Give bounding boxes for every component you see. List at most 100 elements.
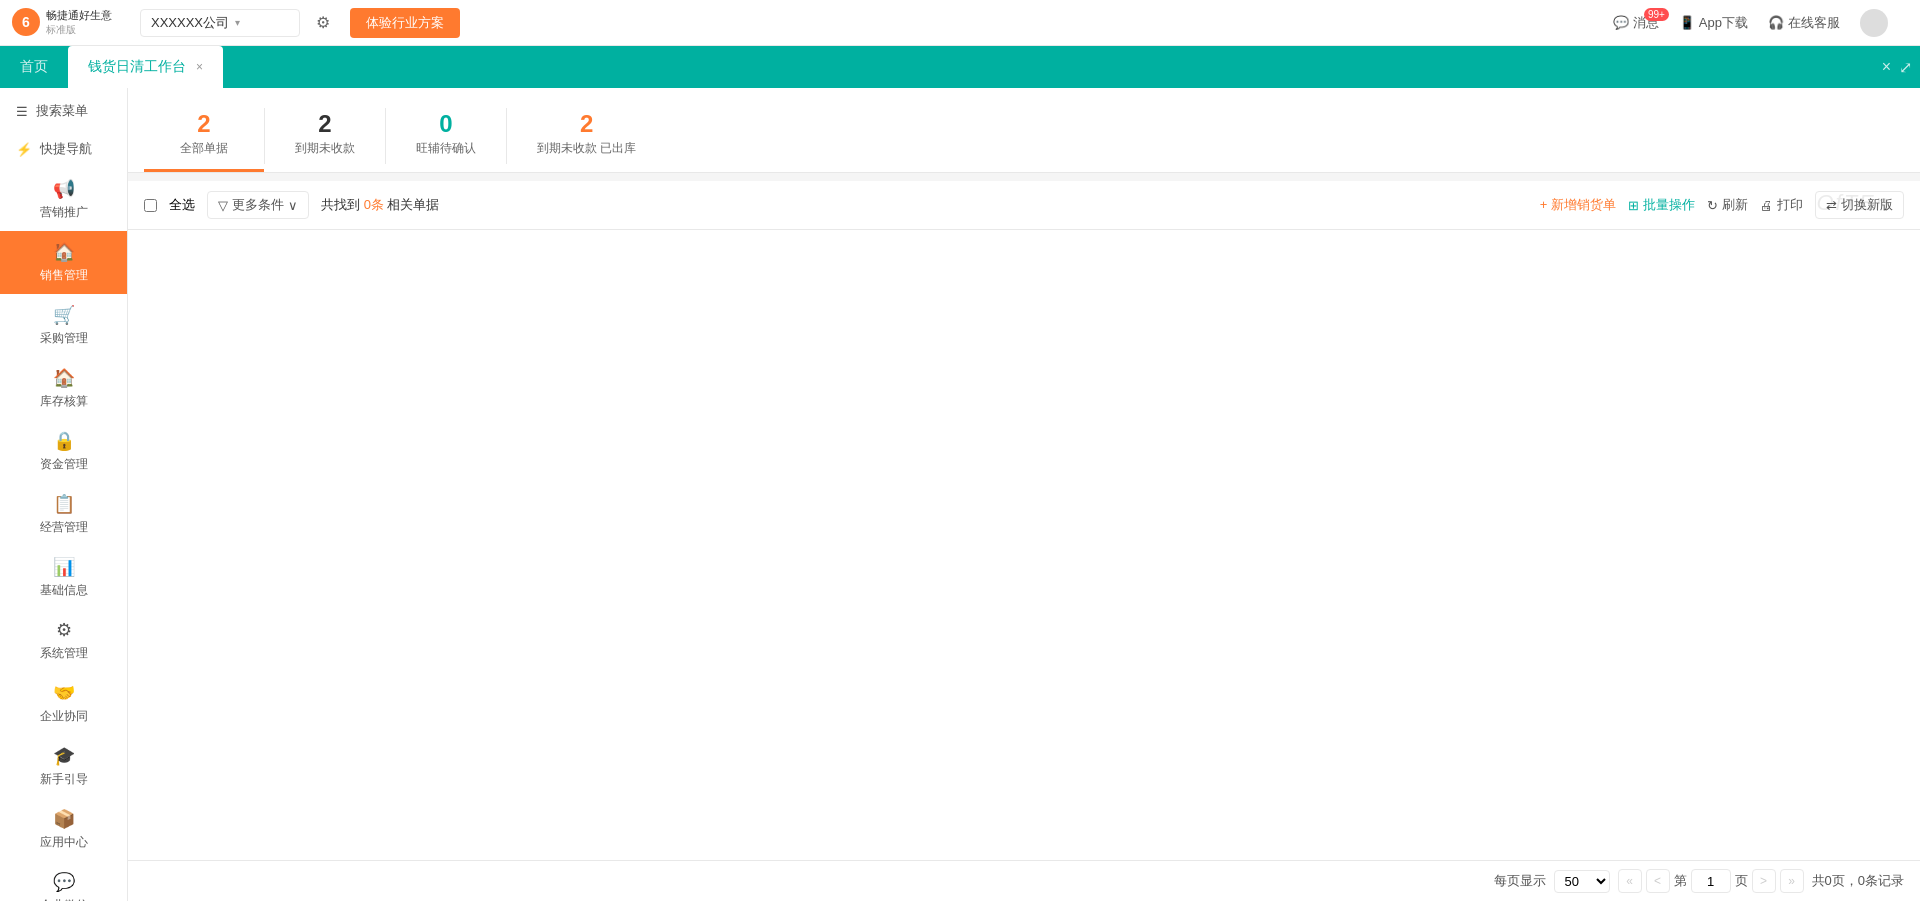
next-page-button[interactable]: > xyxy=(1752,869,1776,893)
tab-close-icon[interactable]: × xyxy=(196,60,203,74)
page-label: 第 xyxy=(1674,872,1687,890)
sales-icon: 🏠 xyxy=(53,241,75,263)
guide-icon: 🎓 xyxy=(53,745,75,767)
top-header: 6 畅捷通好生意 标准版 XXXXXX公司 ▾ ⚙ 体验行业方案 💬 消息 99… xyxy=(0,0,1920,46)
message-icon: 💬 xyxy=(1613,15,1629,30)
tab-bar: 首页 钱货日清工作台 × × ⤢ xyxy=(0,46,1920,88)
page-nav: « < 第 页 > » xyxy=(1618,869,1804,893)
last-page-button[interactable]: » xyxy=(1780,869,1804,893)
print-icon: 🖨 xyxy=(1760,198,1773,213)
sidebar-item-inventory[interactable]: 🏠 库存核算 xyxy=(0,357,127,420)
logo-icon: 6 xyxy=(12,8,40,36)
cooperation-icon: 🤝 xyxy=(53,682,75,704)
main-layout: ☰ 搜索菜单 ⚡ 快捷导航 📢 营销推广 🏠 销售管理 🛒 采购管理 🏠 库存核… xyxy=(0,88,1920,901)
sidebar-item-finance[interactable]: 🔒 资金管理 xyxy=(0,420,127,483)
select-all-checkbox[interactable] xyxy=(144,199,157,212)
tab-home[interactable]: 首页 xyxy=(0,46,68,88)
purchase-icon: 🛒 xyxy=(53,304,75,326)
stat-tab-pending[interactable]: 0 旺辅待确认 xyxy=(386,100,506,172)
logo-area: 6 畅捷通好生意 标准版 xyxy=(12,8,140,36)
stat-tab-all[interactable]: 2 全部单据 xyxy=(144,100,264,172)
service-icon: 🎧 xyxy=(1768,15,1784,30)
switch-icon: ⇄ xyxy=(1826,198,1837,213)
finance-icon: 🔒 xyxy=(53,430,75,452)
online-service-button[interactable]: 🎧 在线客服 xyxy=(1768,14,1840,32)
toolbar-right: + 新增销货单 ⊞ 批量操作 ↻ 刷新 🖨 打印 ⇄ 切换新版 xyxy=(1540,191,1904,219)
sidebar-item-app-center[interactable]: 📦 应用中心 xyxy=(0,798,127,861)
logo-sub: 标准版 xyxy=(46,23,112,37)
avatar[interactable] xyxy=(1860,9,1888,37)
stat-number-all: 2 xyxy=(197,110,210,138)
settings-button[interactable]: ⚙ xyxy=(308,8,338,38)
quick-nav-icon: ⚡ xyxy=(16,142,32,157)
close-window-icon[interactable]: × xyxy=(1882,58,1891,77)
stat-tab-overdue[interactable]: 2 到期未收款 xyxy=(265,100,385,172)
message-button[interactable]: 💬 消息 99+ xyxy=(1613,14,1659,32)
found-count: 0条 xyxy=(364,197,384,212)
company-selector[interactable]: XXXXXX公司 ▾ xyxy=(140,9,300,37)
page-number-input[interactable] xyxy=(1691,869,1731,893)
toolbar: 全选 ▽ 更多条件 ∨ 共找到 0条 相关单据 + 新增销货单 ⊞ 批量操作 ↻ xyxy=(128,181,1920,230)
tab-controls: × ⤢ xyxy=(1882,58,1912,77)
filter-icon: ▽ xyxy=(218,198,228,213)
stat-number-overdue: 2 xyxy=(318,110,331,138)
filter-chevron-icon: ∨ xyxy=(288,198,298,213)
trial-button[interactable]: 体验行业方案 xyxy=(350,8,460,38)
pagination-bar: 每页显示 50 100 200 « < 第 页 > » 共0页，0条记录 xyxy=(128,860,1920,901)
refresh-icon: ↻ xyxy=(1707,198,1718,213)
per-page-select[interactable]: 50 100 200 xyxy=(1554,870,1610,893)
message-badge: 99+ xyxy=(1644,8,1669,21)
batch-icon: ⊞ xyxy=(1628,198,1639,213)
search-icon: ☰ xyxy=(16,104,28,119)
stat-tab-shipped[interactable]: 2 到期未收款 已出库 xyxy=(507,100,666,172)
batch-operation-button[interactable]: ⊞ 批量操作 xyxy=(1628,196,1695,214)
download-icon: 📱 xyxy=(1679,15,1695,30)
sidebar-item-operations[interactable]: 📋 经营管理 xyxy=(0,483,127,546)
sidebar-item-system[interactable]: ⚙ 系统管理 xyxy=(0,609,127,672)
filter-button[interactable]: ▽ 更多条件 ∨ xyxy=(207,191,309,219)
tab-workbench[interactable]: 钱货日清工作台 × xyxy=(68,46,223,88)
company-name: XXXXXX公司 xyxy=(151,14,229,32)
stat-number-pending: 0 xyxy=(439,110,452,138)
sidebar: ☰ 搜索菜单 ⚡ 快捷导航 📢 营销推广 🏠 销售管理 🛒 采购管理 🏠 库存核… xyxy=(0,88,128,901)
select-all-label: 全选 xyxy=(169,196,195,214)
operations-icon: 📋 xyxy=(53,493,75,515)
found-text: 共找到 0条 相关单据 xyxy=(321,196,439,214)
main-content: 2 全部单据 2 到期未收款 0 旺辅待确认 2 到期未收款 已出库 全选 xyxy=(128,88,1920,901)
sidebar-item-quick-nav[interactable]: ⚡ 快捷导航 xyxy=(0,130,127,168)
total-text: 共0页，0条记录 xyxy=(1812,872,1904,890)
chevron-down-icon: ▾ xyxy=(235,17,240,28)
stat-label-shipped: 到期未收款 已出库 xyxy=(537,140,636,157)
maximize-icon[interactable]: ⤢ xyxy=(1899,58,1912,77)
stat-label-pending: 旺辅待确认 xyxy=(416,140,476,157)
per-page-label: 每页显示 xyxy=(1494,872,1546,890)
sidebar-item-search-menu[interactable]: ☰ 搜索菜单 xyxy=(0,92,127,130)
sidebar-item-sales[interactable]: 🏠 销售管理 xyxy=(0,231,127,294)
sidebar-item-wechat[interactable]: 💬 企业微信 xyxy=(0,861,127,901)
marketing-icon: 📢 xyxy=(53,178,75,200)
stat-label-all: 全部单据 xyxy=(180,140,228,157)
prev-page-button[interactable]: < xyxy=(1646,869,1670,893)
switch-version-button[interactable]: ⇄ 切换新版 xyxy=(1815,191,1904,219)
wechat-icon: 💬 xyxy=(53,871,75,893)
table-area xyxy=(128,230,1920,860)
stats-bar: 2 全部单据 2 到期未收款 0 旺辅待确认 2 到期未收款 已出库 xyxy=(128,88,1920,173)
system-icon: ⚙ xyxy=(56,619,72,641)
page-suffix: 页 xyxy=(1735,872,1748,890)
sidebar-item-cooperation[interactable]: 🤝 企业协同 xyxy=(0,672,127,735)
app-center-icon: 📦 xyxy=(53,808,75,830)
sidebar-item-guide[interactable]: 🎓 新手引导 xyxy=(0,735,127,798)
header-right: 💬 消息 99+ 📱 App下载 🎧 在线客服 xyxy=(1613,9,1908,37)
logo-text: 畅捷通好生意 xyxy=(46,8,112,22)
first-page-button[interactable]: « xyxy=(1618,869,1642,893)
sidebar-item-purchase[interactable]: 🛒 采购管理 xyxy=(0,294,127,357)
stat-number-shipped: 2 xyxy=(580,110,593,138)
app-download-button[interactable]: 📱 App下载 xyxy=(1679,14,1748,32)
sidebar-item-marketing[interactable]: 📢 营销推广 xyxy=(0,168,127,231)
stat-label-overdue: 到期未收款 xyxy=(295,140,355,157)
new-sales-order-button[interactable]: + 新增销货单 xyxy=(1540,196,1616,214)
sidebar-item-basic-info[interactable]: 📊 基础信息 xyxy=(0,546,127,609)
print-button[interactable]: 🖨 打印 xyxy=(1760,196,1803,214)
refresh-button[interactable]: ↻ 刷新 xyxy=(1707,196,1748,214)
inventory-icon: 🏠 xyxy=(53,367,75,389)
